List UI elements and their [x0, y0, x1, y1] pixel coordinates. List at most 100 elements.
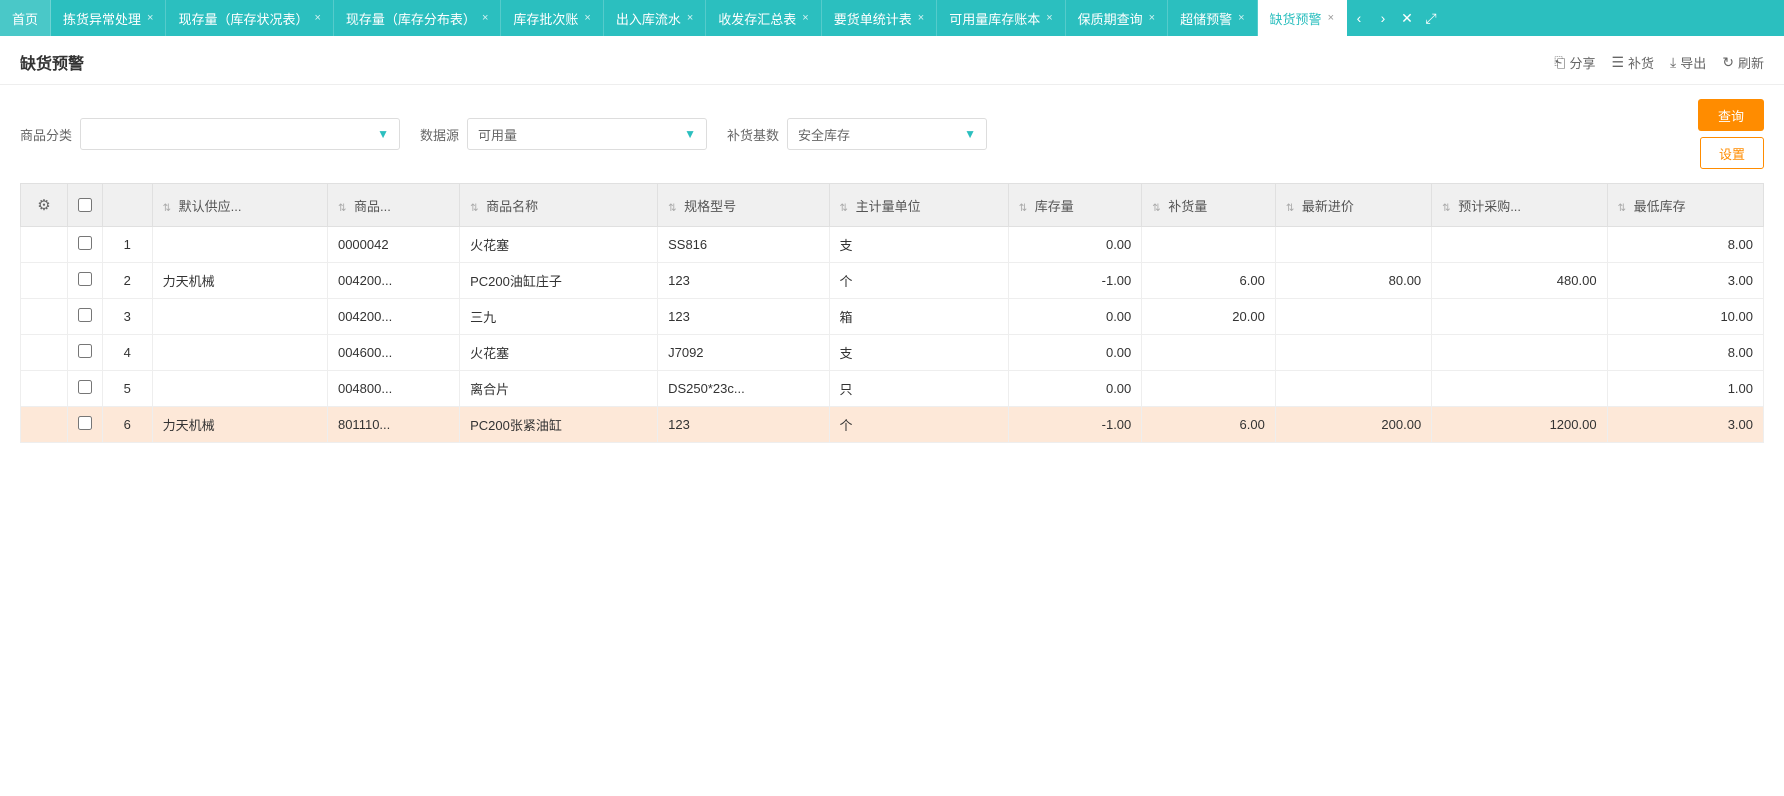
tab-summary[interactable]: 收发存汇总表 ×: [706, 0, 821, 36]
td-min-stock-0: 8.00: [1607, 227, 1763, 263]
export-button[interactable]: ⤓ 导出: [1670, 53, 1706, 72]
category-select[interactable]: ▼: [80, 118, 400, 150]
tab-expand-btn[interactable]: ⤢: [1419, 0, 1443, 36]
tab-expiry-query[interactable]: 保质期查询 ×: [1066, 0, 1168, 36]
tab-shortage-warning[interactable]: 缺货预警 ×: [1258, 0, 1347, 36]
row-checkbox-2[interactable]: [78, 308, 92, 322]
tab-current-stock-dist[interactable]: 现存量（库存分布表） ×: [334, 0, 501, 36]
td-latest-price-1: 80.00: [1275, 263, 1431, 299]
td-gear-1: [21, 263, 68, 299]
category-label: 商品分类: [20, 125, 72, 144]
replenish-base-value: 安全库存: [798, 125, 850, 144]
tab-requisition-stats[interactable]: 要货单统计表 ×: [822, 0, 937, 36]
td-min-stock-4: 1.00: [1607, 371, 1763, 407]
td-unit-3: 支: [829, 335, 1008, 371]
th-latest-price[interactable]: ⇅ 最新进价: [1275, 184, 1431, 227]
tab-current-stock-status[interactable]: 现存量（库存状况表） ×: [166, 0, 333, 36]
td-replenish-2: 20.00: [1142, 299, 1276, 335]
query-button[interactable]: 查询: [1698, 99, 1764, 131]
td-rownum-0: 1: [103, 227, 153, 263]
tab-overstock-warning[interactable]: 超储预警 ×: [1168, 0, 1257, 36]
row-checkbox-3[interactable]: [78, 344, 92, 358]
td-product-name-5: PC200张紧油缸: [460, 407, 658, 443]
est-purchase-sort-icon: ⇅: [1442, 203, 1450, 214]
td-latest-price-3: [1275, 335, 1431, 371]
close-tab-2[interactable]: ×: [314, 12, 320, 24]
td-spec-5: 123: [658, 407, 829, 443]
close-tab-3[interactable]: ×: [482, 12, 488, 24]
row-checkbox-4[interactable]: [78, 380, 92, 394]
td-gear-3: [21, 335, 68, 371]
tab-prev-btn[interactable]: ‹: [1347, 0, 1371, 36]
row-checkbox-0[interactable]: [78, 236, 92, 250]
td-unit-2: 箱: [829, 299, 1008, 335]
tab-next-btn[interactable]: ›: [1371, 0, 1395, 36]
td-product-code-5: 801110...: [327, 407, 459, 443]
td-unit-1: 个: [829, 263, 1008, 299]
th-unit[interactable]: ⇅ 主计量单位: [829, 184, 1008, 227]
table-row: 1 0000042 火花塞 SS816 支 0.00 8.00: [21, 227, 1764, 263]
td-replenish-4: [1142, 371, 1276, 407]
td-checkbox-2: [68, 299, 103, 335]
close-tab-6[interactable]: ×: [802, 12, 808, 24]
unit-sort-icon: ⇅: [840, 203, 848, 214]
row-checkbox-5[interactable]: [78, 416, 92, 430]
stock-sort-icon: ⇅: [1019, 203, 1027, 214]
datasource-filter-group: 数据源 可用量 ▼: [420, 118, 707, 150]
row-checkbox-1[interactable]: [78, 272, 92, 286]
tab-home[interactable]: 首页: [0, 0, 51, 36]
th-min-stock[interactable]: ⇅ 最低库存: [1607, 184, 1763, 227]
td-gear-2: [21, 299, 68, 335]
close-tab-7[interactable]: ×: [918, 12, 924, 24]
share-button[interactable]: ⎗ 分享: [1554, 53, 1595, 72]
replenish-base-dropdown-arrow: ▼: [964, 127, 976, 141]
th-est-purchase[interactable]: ⇅ 预计采购...: [1432, 184, 1607, 227]
th-supplier[interactable]: ⇅ 默认供应...: [152, 184, 327, 227]
refresh-icon: ↻: [1722, 54, 1734, 71]
td-product-code-4: 004800...: [327, 371, 459, 407]
th-product-name[interactable]: ⇅ 商品名称: [460, 184, 658, 227]
replenish-base-select[interactable]: 安全库存 ▼: [787, 118, 987, 150]
th-replenish[interactable]: ⇅ 补货量: [1142, 184, 1276, 227]
th-checkbox: [68, 184, 103, 227]
td-rownum-1: 2: [103, 263, 153, 299]
gear-settings-btn[interactable]: ⚙: [31, 192, 57, 218]
th-spec[interactable]: ⇅ 规格型号: [658, 184, 829, 227]
replenish-base-label: 补货基数: [727, 125, 779, 144]
close-tab-9[interactable]: ×: [1149, 12, 1155, 24]
refresh-button[interactable]: ↻ 刷新: [1722, 53, 1764, 72]
td-spec-3: J7092: [658, 335, 829, 371]
table-header-row: ⚙ ⇅ 默认供应... ⇅ 商品...: [21, 184, 1764, 227]
td-checkbox-3: [68, 335, 103, 371]
close-tab-5[interactable]: ×: [687, 12, 693, 24]
close-tab-8[interactable]: ×: [1046, 12, 1052, 24]
td-unit-5: 个: [829, 407, 1008, 443]
close-tab-10[interactable]: ×: [1238, 12, 1244, 24]
th-stock[interactable]: ⇅ 库存量: [1008, 184, 1142, 227]
tab-available-stock[interactable]: 可用量库存账本 ×: [937, 0, 1065, 36]
close-tab-1[interactable]: ×: [147, 12, 153, 24]
settings-button[interactable]: 设置: [1700, 137, 1764, 169]
td-supplier-5: 力天机械: [152, 407, 327, 443]
tab-close-all-btn[interactable]: ✕: [1395, 0, 1419, 36]
datasource-dropdown-arrow: ▼: [684, 127, 696, 141]
th-product-code[interactable]: ⇅ 商品...: [327, 184, 459, 227]
replenish-button[interactable]: ☰ 补货: [1611, 53, 1654, 72]
close-tab-4[interactable]: ×: [584, 12, 590, 24]
td-checkbox-1: [68, 263, 103, 299]
share-icon: ⎗: [1554, 54, 1565, 71]
export-icon: ⤓: [1670, 54, 1676, 71]
td-supplier-4: [152, 371, 327, 407]
td-min-stock-3: 8.00: [1607, 335, 1763, 371]
datasource-select[interactable]: 可用量 ▼: [467, 118, 707, 150]
tab-inout-flow[interactable]: 出入库流水 ×: [604, 0, 706, 36]
td-product-code-2: 004200...: [327, 299, 459, 335]
datasource-label: 数据源: [420, 125, 459, 144]
td-min-stock-1: 3.00: [1607, 263, 1763, 299]
td-product-name-1: PC200油缸庄子: [460, 263, 658, 299]
tab-picking-exception[interactable]: 拣货异常处理 ×: [51, 0, 166, 36]
tab-batch-account[interactable]: 库存批次账 ×: [501, 0, 603, 36]
td-supplier-1: 力天机械: [152, 263, 327, 299]
select-all-checkbox[interactable]: [78, 198, 92, 212]
close-tab-11[interactable]: ×: [1328, 12, 1334, 24]
